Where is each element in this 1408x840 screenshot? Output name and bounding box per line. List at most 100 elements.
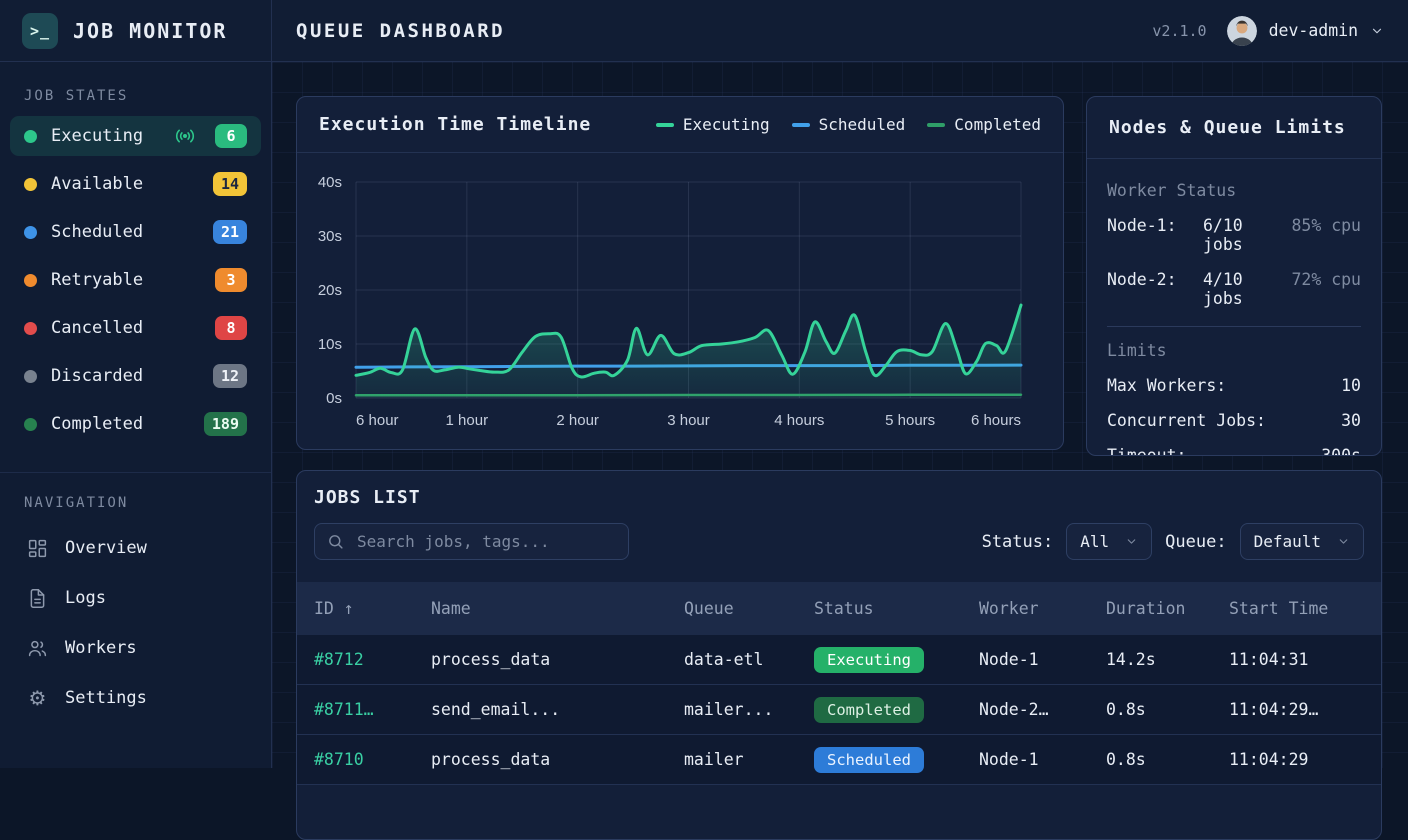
legend-item-completed[interactable]: Completed [927, 115, 1041, 134]
worker-status-label: Worker Status [1107, 181, 1237, 200]
svg-text:6 hours: 6 hours [971, 412, 1021, 429]
jobs-list-title: JOBS LIST [314, 487, 421, 508]
svg-text:1 hour: 1 hour [446, 412, 489, 429]
limit-row: Timeout: 300s [1107, 446, 1361, 455]
status-badge: Completed [814, 696, 924, 723]
column-header-id[interactable]: ID ↑ [314, 599, 431, 618]
queue-filter-dropdown[interactable]: Default [1239, 523, 1364, 560]
svg-text:4 hours: 4 hours [774, 412, 824, 429]
legend-dash-icon [791, 122, 810, 127]
state-dot-icon [24, 369, 37, 383]
execution-time-chart: 0s 10s 20s 30s 40s 6 hour 1 hour 2 hour 3 hour 4 … [318, 174, 1023, 429]
legend-item-executing[interactable]: Executing [655, 115, 770, 134]
svg-text:10s: 10s [318, 336, 342, 353]
state-label: Discarded [51, 366, 144, 386]
sidebar-item-settings[interactable]: ⚙ Settings [0, 673, 271, 723]
sidebar-state-discarded[interactable]: Discarded 12 [10, 356, 261, 396]
version-label: v2.1.0 [1152, 21, 1207, 40]
state-count-badge: 8 [215, 316, 247, 340]
jobs-table-header: ID ↑ Name Queue Status Worker Duration Start T… [297, 582, 1381, 635]
limit-label: Max Workers: [1107, 376, 1227, 395]
svg-text:6 hour: 6 hour [356, 412, 399, 429]
nodes-panel-body: Worker Status Node-1: 6/10 jobs 85% cpu Nod… [1087, 159, 1381, 455]
job-status-cell: Scheduled [814, 746, 979, 773]
job-duration: 0.8s [1106, 700, 1146, 719]
sidebar-item-workers[interactable]: Workers [0, 623, 271, 673]
table-row[interactable]: #8710 process_data mailer Scheduled Node-1 0.… [297, 735, 1381, 785]
column-header-start-time[interactable]: Start Time [1229, 599, 1381, 618]
job-status-cell: Completed [814, 696, 979, 723]
chart-title: Execution Time Timeline [319, 114, 592, 135]
svg-text:40s: 40s [318, 174, 342, 191]
state-label: Cancelled [51, 318, 144, 338]
state-count-badge: 3 [215, 268, 247, 292]
job-duration: 0.8s [1106, 750, 1146, 769]
nodes-queue-limits-panel: Nodes & Queue Limits Worker Status Node-… [1086, 96, 1382, 456]
jobs-list-panel: JOBS LIST Status: All Que [296, 470, 1382, 840]
sidebar-state-scheduled[interactable]: Scheduled 21 [10, 212, 261, 252]
state-count-badge: 14 [212, 172, 247, 196]
column-header-duration[interactable]: Duration [1106, 599, 1229, 618]
job-id: #8711… [314, 700, 374, 719]
sidebar-state-cancelled[interactable]: Cancelled 8 [10, 308, 261, 348]
app-root: >_ JOB MONITOR QUEUE DASHBOARD v2.1.0 de… [0, 0, 1408, 840]
job-queue: mailer... [684, 700, 774, 719]
status-filter-dropdown[interactable]: All [1066, 523, 1153, 560]
username-label[interactable]: dev-admin [1269, 21, 1358, 40]
chevron-down-icon [1127, 539, 1136, 544]
state-dot-icon [24, 177, 37, 191]
state-count-badge: 21 [212, 220, 247, 244]
worker-jobs: 4/10 jobs [1203, 270, 1243, 308]
limit-label: Concurrent Jobs: [1107, 411, 1266, 430]
column-header-status[interactable]: Status [814, 599, 979, 618]
state-dot-icon [24, 321, 37, 335]
chevron-down-icon[interactable] [1370, 24, 1384, 38]
table-row[interactable]: #8711… send_email... mailer... Completed Nod… [297, 685, 1381, 735]
sidebar-state-executing[interactable]: Executing 6 [10, 116, 261, 156]
svg-text:0s: 0s [326, 390, 342, 407]
navigation-list: Overview Logs Workers ⚙ Settings [0, 523, 271, 723]
limit-row: Concurrent Jobs: 30 [1107, 411, 1361, 430]
legend-dash-icon [927, 122, 946, 127]
limits-list: Max Workers: 10 Concurrent Jobs: 30 Timeout:… [1107, 376, 1361, 455]
top-header: >_ JOB MONITOR QUEUE DASHBOARD v2.1.0 de… [0, 0, 1408, 62]
state-count-badge: 12 [212, 364, 247, 388]
jobs-panel-header: JOBS LIST Status: All Que [297, 471, 1381, 560]
worker-status-row: Node-1: 6/10 jobs 85% cpu [1107, 216, 1361, 254]
sidebar-state-available[interactable]: Available 14 [10, 164, 261, 204]
column-header-queue[interactable]: Queue [684, 599, 814, 618]
state-dot-icon [24, 129, 37, 143]
sidebar-item-overview[interactable]: Overview [0, 523, 271, 573]
queue-filter-label: Queue: [1165, 531, 1227, 552]
legend-label: Completed [954, 115, 1041, 134]
table-row[interactable]: #8712 process_data data-etl Executing Node-1… [297, 635, 1381, 685]
sidebar-state-completed[interactable]: Completed 189 [10, 404, 261, 444]
filters-group: Status: All Queue: Default [982, 523, 1364, 560]
job-queue: mailer [684, 750, 744, 769]
job-start-time: 11:04:29… [1229, 700, 1319, 719]
column-header-name[interactable]: Name [431, 599, 684, 618]
sidebar-state-retryable[interactable]: Retryable 3 [10, 260, 261, 300]
state-label: Executing [51, 126, 144, 146]
sidebar-item-logs[interactable]: Logs [0, 573, 271, 623]
legend-item-scheduled[interactable]: Scheduled [791, 115, 905, 134]
nav-item-label: Logs [65, 588, 106, 608]
main-content: Execution Time Timeline Executing Schedul… [272, 62, 1408, 840]
nodes-panel-header: Nodes & Queue Limits [1087, 97, 1381, 159]
search-box[interactable] [314, 523, 629, 560]
job-worker: Node-1 [979, 650, 1039, 669]
state-dot-icon [24, 225, 37, 239]
legend-label: Executing [682, 115, 770, 134]
nav-item-label: Settings [65, 688, 147, 708]
column-header-worker[interactable]: Worker [979, 599, 1106, 618]
state-label: Scheduled [51, 222, 144, 242]
header-right: v2.1.0 dev-admin [1152, 15, 1408, 46]
document-icon [30, 588, 45, 608]
job-id: #8712 [314, 650, 364, 669]
user-avatar[interactable] [1226, 15, 1257, 46]
state-label: Retryable [51, 270, 144, 290]
chart-legend: Executing Scheduled Completed [655, 115, 1041, 134]
nodes-panel-title: Nodes & Queue Limits [1109, 117, 1346, 138]
search-input[interactable] [355, 531, 616, 552]
job-states-section-label: JOB STATES [24, 88, 129, 104]
